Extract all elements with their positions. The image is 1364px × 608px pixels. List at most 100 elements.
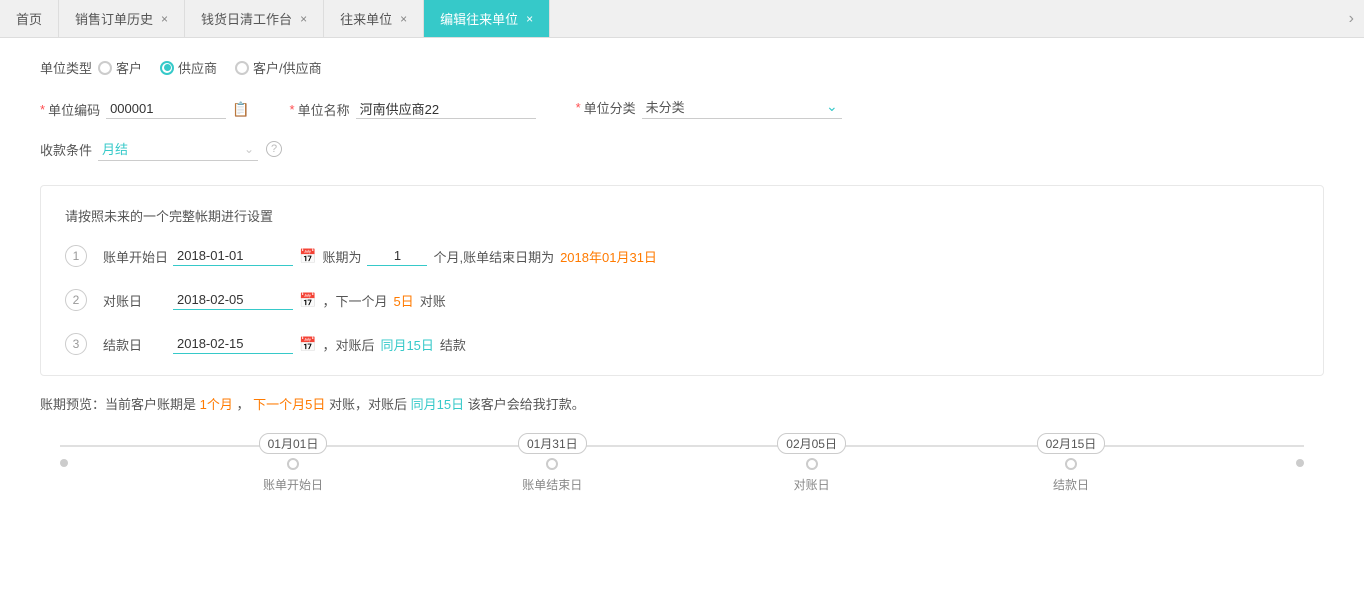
step-1-calendar-icon[interactable]: 📅 <box>299 248 316 265</box>
preview-part2: 下一个月5日 <box>253 397 325 412</box>
tab-edit-partner-close[interactable]: × <box>526 12 533 26</box>
tab-edit-partner[interactable]: 编辑往来单位 × <box>424 0 550 37</box>
payment-terms-label: 收款条件 <box>40 140 92 159</box>
timeline-node-1-bottom-label: 账单开始日 <box>263 476 323 493</box>
tabs-more-button[interactable]: › <box>1339 10 1364 28</box>
step-1-num: 1 <box>65 245 87 267</box>
step-2-label: 对账日 <box>103 291 173 310</box>
unit-code-copy-icon[interactable]: 📋 <box>232 101 249 118</box>
radio-customer[interactable]: 客户 <box>98 58 142 77</box>
preview-label: 账期预览：当前客户账期是 <box>40 397 196 412</box>
step-3-date-input[interactable] <box>173 334 293 354</box>
unit-type-radio-group: 客户 供应商 客户/供应商 <box>98 58 322 77</box>
timeline-node-2-dot <box>546 458 558 470</box>
timeline-right-cap <box>1296 459 1304 467</box>
timeline-node-1-top-label: 01月01日 <box>259 433 328 454</box>
timeline-left-dot <box>60 459 68 467</box>
step-1-highlight: 2018年01月31日 <box>560 247 657 266</box>
preview-sep1: ， <box>237 397 250 412</box>
radio-supplier[interactable]: 供应商 <box>160 58 217 77</box>
step-2-date-input[interactable] <box>173 290 293 310</box>
step-1-suffix-text: 个月,账单结束日期为 <box>433 247 554 266</box>
page-content: 单位类型 客户 供应商 客户/供应商 * 单位编码 📋 * <box>0 38 1364 608</box>
timeline-node-4: 02月15日 结款日 <box>1037 433 1106 493</box>
unit-code-label: 单位编码 <box>48 100 100 119</box>
tab-partner-label: 往来单位 <box>340 9 392 28</box>
payment-terms-dropdown[interactable]: 月结 ⌄ <box>98 137 258 161</box>
unit-fields-row: * 单位编码 📋 * 单位名称 * 单位分类 未分类 ⌄ <box>40 95 1324 119</box>
tabs-bar: 首页 销售订单历史 × 钱货日清工作台 × 往来单位 × 编辑往来单位 × › <box>0 0 1364 38</box>
tab-cash-desk-label: 钱货日清工作台 <box>201 9 292 28</box>
tab-sales-history-label: 销售订单历史 <box>75 9 153 28</box>
unit-classify-group: * 单位分类 未分类 ⌄ <box>576 95 842 119</box>
timeline-container: 01月01日 账单开始日 01月31日 账单结束日 02月05日 对账日 02月… <box>40 433 1324 493</box>
timeline-node-3-dot <box>806 458 818 470</box>
step-3-calendar-icon[interactable]: 📅 <box>299 336 316 353</box>
timeline-node-1-dot <box>287 458 299 470</box>
tab-cash-desk-close[interactable]: × <box>300 12 307 26</box>
step-2-pre-text: ，下一个月 <box>322 291 387 310</box>
unit-name-star: * <box>290 102 295 117</box>
radio-customer-supplier-label: 客户/供应商 <box>253 58 322 77</box>
step-3-suffix-text: 结款 <box>440 335 466 354</box>
timeline-node-4-dot <box>1065 458 1077 470</box>
preview-part3: 同月15日 <box>411 397 464 412</box>
unit-code-input[interactable] <box>106 99 226 119</box>
step-2-row: 2 对账日 📅 ，下一个月 5日 对账 <box>65 289 1299 311</box>
step-1-mid-text: 账期为 <box>322 247 361 266</box>
timeline-node-1: 01月01日 账单开始日 <box>259 433 328 493</box>
timeline-node-4-bottom-label: 结款日 <box>1053 476 1089 493</box>
tab-sales-history[interactable]: 销售订单历史 × <box>59 0 185 37</box>
step-3-num: 3 <box>65 333 87 355</box>
tab-partner-close[interactable]: × <box>400 12 407 26</box>
timeline-node-2-bottom-label: 账单结束日 <box>522 476 582 493</box>
tab-edit-partner-label: 编辑往来单位 <box>440 9 518 28</box>
timeline-node-3-bottom-label: 对账日 <box>794 476 830 493</box>
unit-type-row: 单位类型 客户 供应商 客户/供应商 <box>40 58 1324 77</box>
section-title: 请按照未来的一个完整帐期进行设置 <box>65 206 1299 225</box>
timeline-left-cap <box>60 459 68 467</box>
step-3-mid-text: ，对账后 <box>322 335 374 354</box>
step-1-label: 账单开始日 <box>103 247 173 266</box>
payment-terms-row: 收款条件 月结 ⌄ ? <box>40 137 1324 161</box>
step-2-calendar-icon[interactable]: 📅 <box>299 292 316 309</box>
step-1-date-input[interactable] <box>173 246 293 266</box>
radio-customer-supplier[interactable]: 客户/供应商 <box>235 58 322 77</box>
unit-classify-arrow-icon: ⌄ <box>826 98 838 115</box>
step-3-row: 3 结款日 📅 ，对账后 同月15日 结款 <box>65 333 1299 355</box>
step-1-row: 1 账单开始日 📅 账期为 个月,账单结束日期为 2018年01月31日 <box>65 245 1299 267</box>
unit-classify-label: 单位分类 <box>584 98 636 117</box>
unit-type-label: 单位类型 <box>40 58 92 77</box>
timeline-node-2: 01月31日 账单结束日 <box>518 433 587 493</box>
step-3-highlight: 同月15日 <box>380 335 433 354</box>
radio-customer-circle <box>98 61 112 75</box>
timeline-node-3: 02月05日 对账日 <box>777 433 846 493</box>
unit-code-group: * 单位编码 📋 <box>40 99 250 119</box>
radio-customer-supplier-circle <box>235 61 249 75</box>
step-2-num: 2 <box>65 289 87 311</box>
timeline-nodes: 01月01日 账单开始日 01月31日 账单结束日 02月05日 对账日 02月… <box>60 433 1304 493</box>
payment-terms-value: 月结 <box>102 139 240 158</box>
tab-sales-history-close[interactable]: × <box>161 12 168 26</box>
step-3-label: 结款日 <box>103 335 173 354</box>
unit-name-input[interactable] <box>356 99 536 119</box>
tab-cash-desk[interactable]: 钱货日清工作台 × <box>185 0 324 37</box>
unit-name-label: 单位名称 <box>298 100 350 119</box>
radio-supplier-label: 供应商 <box>178 58 217 77</box>
unit-name-group: * 单位名称 <box>290 99 536 119</box>
tab-partner[interactable]: 往来单位 × <box>324 0 424 37</box>
timeline-node-4-top-label: 02月15日 <box>1037 433 1106 454</box>
timeline-node-3-top-label: 02月05日 <box>777 433 846 454</box>
period-settings-section: 请按照未来的一个完整帐期进行设置 1 账单开始日 📅 账期为 个月,账单结束日期… <box>40 185 1324 376</box>
preview-end: 该客户会给我打款。 <box>468 397 585 412</box>
step-2-suffix-text: 对账 <box>420 291 446 310</box>
tab-home-label: 首页 <box>16 9 42 28</box>
step-1-period-input[interactable] <box>367 246 427 266</box>
radio-customer-label: 客户 <box>116 58 142 77</box>
timeline-node-2-top-label: 01月31日 <box>518 433 587 454</box>
unit-classify-dropdown[interactable]: 未分类 ⌄ <box>642 95 842 119</box>
preview-sep2: 对账，对账后 <box>329 397 407 412</box>
preview-text: 账期预览：当前客户账期是 1个月 ， 下一个月5日 对账，对账后 同月15日 该… <box>40 394 1324 413</box>
help-icon[interactable]: ? <box>266 141 282 157</box>
tab-home[interactable]: 首页 <box>0 0 59 37</box>
